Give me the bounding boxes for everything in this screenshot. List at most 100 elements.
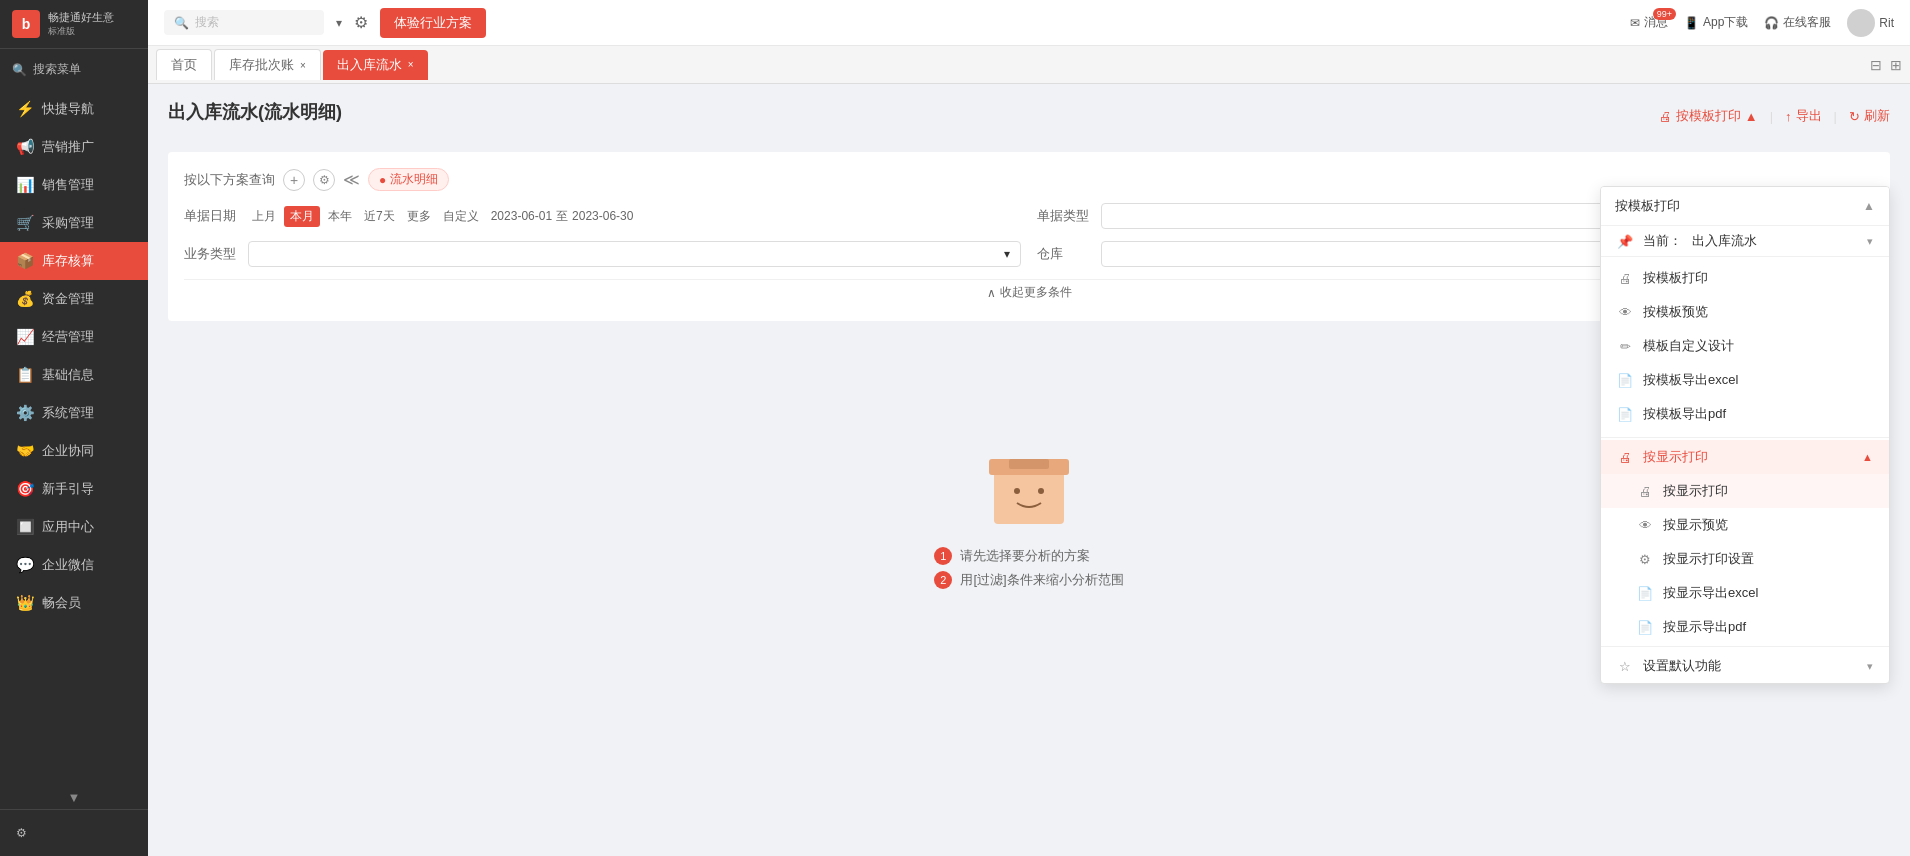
toolbar-divider-1: | [1770, 109, 1773, 124]
export-label: 导出 [1796, 107, 1822, 125]
header-dropdown[interactable]: ▾ [336, 16, 342, 30]
sidebar-scroll-down[interactable]: ▼ [0, 786, 148, 809]
last-month-btn[interactable]: 上月 [248, 206, 280, 227]
sidebar-item-marketing[interactable]: 📢 营销推广 [0, 128, 148, 166]
warehouse-label: 仓库 [1037, 245, 1093, 263]
minimize-icon[interactable]: ⊟ [1870, 57, 1882, 73]
search-menu-btn[interactable]: 🔍 搜索菜单 [12, 57, 136, 82]
display-section-chevron: ▲ [1862, 451, 1873, 463]
user-area[interactable]: Rit [1847, 9, 1894, 37]
inventory-icon: 📦 [16, 252, 34, 270]
display-print-icon: 🖨 [1637, 484, 1653, 499]
header-search-icon: 🔍 [174, 16, 189, 30]
print-template-btn[interactable]: 🖨 按模板打印 ▲ [1659, 107, 1758, 125]
tab-batch-ledger[interactable]: 库存批次账 × [214, 49, 321, 80]
design-icon: ✏ [1617, 339, 1633, 354]
filter-collapse-icon[interactable]: ≪ [343, 170, 360, 189]
print-section-divider [1601, 437, 1889, 438]
template-export-pdf-btn[interactable]: 📄 按模板导出pdf [1601, 397, 1889, 431]
sidebar-item-quick-nav[interactable]: ⚡ 快捷导航 [0, 90, 148, 128]
step-2-number: 2 [934, 571, 952, 589]
sidebar-item-appstore[interactable]: 🔲 应用中心 [0, 508, 148, 546]
biz-type-input[interactable]: ▾ [248, 241, 1021, 267]
display-export-pdf-btn[interactable]: 📄 按显示导出pdf [1601, 610, 1889, 644]
filter-add-btn[interactable]: + [283, 169, 305, 191]
biz-type-field: 业务类型 ▾ [184, 241, 1021, 267]
display-export-excel-btn[interactable]: 📄 按显示导出excel [1601, 576, 1889, 610]
doc-type-label: 单据类型 [1037, 207, 1093, 225]
current-label: 当前： [1643, 232, 1682, 250]
last-7days-btn[interactable]: 近7天 [360, 206, 399, 227]
refresh-icon: ↻ [1849, 109, 1860, 124]
tab-home[interactable]: 首页 [156, 49, 212, 80]
sidebar-item-member[interactable]: 👑 畅会员 [0, 584, 148, 622]
custom-btn[interactable]: 自定义 [439, 206, 483, 227]
sidebar-item-inventory[interactable]: 📦 库存核算 [0, 242, 148, 280]
toolbar-divider-2: | [1834, 109, 1837, 124]
export-btn[interactable]: ↑ 导出 [1785, 107, 1822, 125]
tab-inout-flow-label: 出入库流水 [337, 56, 402, 74]
phone-icon: 📱 [1684, 16, 1699, 30]
display-print-label: 按显示打印 [1663, 482, 1728, 500]
quick-nav-icon: ⚡ [16, 100, 34, 118]
excel-icon-2: 📄 [1637, 586, 1653, 601]
app-download-btn[interactable]: 📱 App下载 [1684, 14, 1748, 31]
display-export-excel-label: 按显示导出excel [1663, 584, 1758, 602]
template-design-label: 模板自定义设计 [1643, 337, 1734, 355]
app-logo-icon: b [12, 10, 40, 38]
template-export-excel-btn[interactable]: 📄 按模板导出excel [1601, 363, 1889, 397]
set-default-label: 设置默认功能 [1643, 657, 1721, 675]
date-from[interactable]: 2023-06-01 [491, 209, 552, 223]
current-chevron: ▾ [1867, 235, 1873, 248]
display-print-settings-btn[interactable]: ⚙ 按显示打印设置 [1601, 542, 1889, 576]
export-icon: ↑ [1785, 109, 1792, 124]
more-btn[interactable]: 更多 [403, 206, 435, 227]
excel-icon-1: 📄 [1617, 373, 1633, 388]
set-default-btn[interactable]: ☆ 设置默认功能 ▾ [1601, 649, 1889, 683]
sidebar-item-label: 企业协同 [42, 442, 94, 460]
refresh-label: 刷新 [1864, 107, 1890, 125]
tab-window-controls: ⊟ ⊞ [1870, 57, 1902, 73]
sidebar-item-collab[interactable]: 🤝 企业协同 [0, 432, 148, 470]
marketing-icon: 📢 [16, 138, 34, 156]
template-print-btn[interactable]: 🖨 按模板打印 [1601, 261, 1889, 295]
filter-tag-icon: ● [379, 173, 386, 187]
sidebar-item-guide[interactable]: 🎯 新手引导 [0, 470, 148, 508]
maximize-icon[interactable]: ⊞ [1890, 57, 1902, 73]
sidebar-item-wechat[interactable]: 💬 企业微信 [0, 546, 148, 584]
display-print-section-header[interactable]: 🖨 按显示打印 ▲ [1601, 440, 1889, 474]
sidebar-item-basic[interactable]: 📋 基础信息 [0, 356, 148, 394]
tab-inout-flow[interactable]: 出入库流水 × [323, 50, 428, 80]
empty-step-2: 2 用[过滤]条件来缩小分析范围 [934, 571, 1123, 589]
filter-settings-btn[interactable]: ⚙ [313, 169, 335, 191]
tab-batch-ledger-close[interactable]: × [300, 60, 306, 71]
sidebar-item-operations[interactable]: 📈 经营管理 [0, 318, 148, 356]
template-design-btn[interactable]: ✏ 模板自定义设计 [1601, 329, 1889, 363]
sidebar-item-purchase[interactable]: 🛒 采购管理 [0, 204, 148, 242]
online-service-btn[interactable]: 🎧 在线客服 [1764, 14, 1831, 31]
tab-inout-flow-close[interactable]: × [408, 59, 414, 70]
this-month-btn[interactable]: 本月 [284, 206, 320, 227]
sidebar-item-label: 新手引导 [42, 480, 94, 498]
print-current-item[interactable]: 📌 当前： 出入库流水 ▾ [1601, 226, 1889, 257]
refresh-btn[interactable]: ↻ 刷新 [1849, 107, 1890, 125]
trial-btn[interactable]: 体验行业方案 [380, 8, 486, 38]
header-search-bar[interactable]: 🔍 搜索 [164, 10, 324, 35]
sidebar-item-finance[interactable]: 💰 资金管理 [0, 280, 148, 318]
header-gear-icon[interactable]: ⚙ [354, 13, 368, 32]
date-to[interactable]: 2023-06-30 [572, 209, 633, 223]
sidebar-logo: b 畅捷通好生意 标准版 [0, 0, 148, 49]
display-print-btn[interactable]: 🖨 按显示打印 [1601, 474, 1889, 508]
display-print-sub-items: 🖨 按显示打印 👁 按显示预览 ⚙ 按显示打印设置 📄 按显示导出excel [1601, 474, 1889, 644]
template-preview-btn[interactable]: 👁 按模板预览 [1601, 295, 1889, 329]
display-preview-btn[interactable]: 👁 按显示预览 [1601, 508, 1889, 542]
message-btn[interactable]: ✉ 消息 99+ [1630, 14, 1668, 31]
page-content: 出入库流水(流水明细) 🖨 按模板打印 ▲ | ↑ 导出 | [148, 84, 1910, 856]
this-year-btn[interactable]: 本年 [324, 206, 356, 227]
sidebar-item-sales[interactable]: 📊 销售管理 [0, 166, 148, 204]
sidebar-settings-btn[interactable]: ⚙ [0, 818, 148, 848]
member-icon: 👑 [16, 594, 34, 612]
print-dropdown-chevron[interactable]: ▲ [1863, 199, 1875, 213]
sidebar-item-system[interactable]: ⚙️ 系统管理 [0, 394, 148, 432]
sidebar-item-label: 畅会员 [42, 594, 81, 612]
